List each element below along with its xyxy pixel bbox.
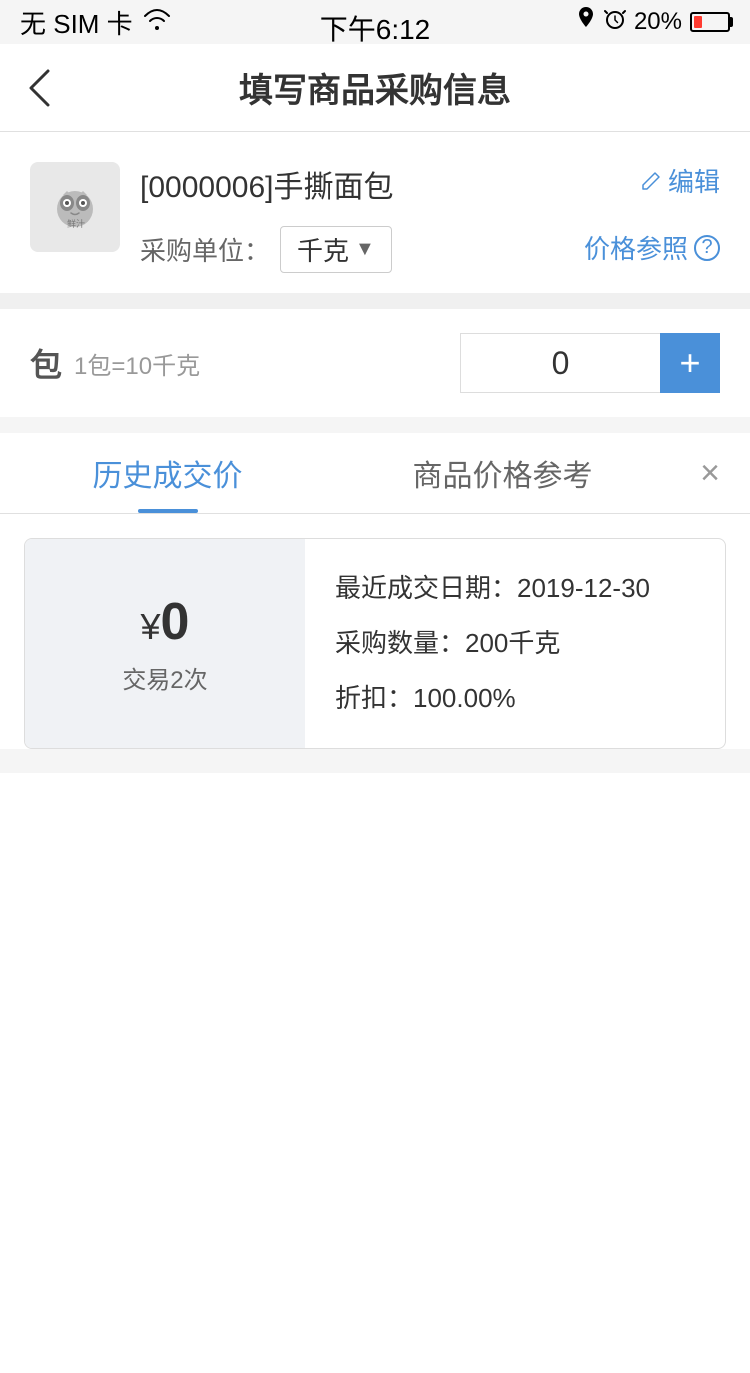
- price-card: ¥0 交易2次 最近成交日期：2019-12-30 采购数量：200千克 折扣：…: [24, 538, 726, 749]
- back-button[interactable]: [28, 69, 50, 107]
- currency-symbol: ¥: [141, 606, 161, 647]
- price-card-left: ¥0 交易2次: [25, 539, 305, 748]
- dropdown-arrow-icon: ▼: [355, 238, 375, 261]
- battery-icon: [690, 12, 730, 32]
- purchase-qty-row: 采购数量：200千克: [335, 624, 695, 663]
- unit-conversion: 1包=10千克: [74, 346, 200, 381]
- location-icon: [576, 7, 596, 38]
- product-thumbnail: 鲜汁: [30, 162, 120, 252]
- product-name: [0000006]手撕面包: [140, 162, 393, 206]
- quantity-plus-button[interactable]: +: [660, 333, 720, 393]
- tab-product-price-ref[interactable]: 商品价格参考: [335, 433, 670, 513]
- alarm-icon: [604, 8, 626, 37]
- status-carrier: 无 SIM 卡: [20, 4, 171, 41]
- tab-history-price[interactable]: 历史成交价: [0, 433, 335, 513]
- product-section: 鲜汁 [0000006]手撕面包 采购单位： 千克 ▼ 编辑: [0, 132, 750, 293]
- quantity-input[interactable]: 0: [460, 333, 660, 393]
- product-header: 鲜汁 [0000006]手撕面包 采购单位： 千克 ▼ 编辑: [30, 162, 720, 273]
- trade-count: 交易2次: [122, 660, 207, 695]
- nav-bar: 填写商品采购信息: [0, 44, 750, 132]
- tabs-section: 历史成交价 商品价格参考 × ¥0 交易2次 最近成交日期：2019-12-30…: [0, 433, 750, 749]
- battery-percent: 20%: [634, 8, 682, 36]
- section-divider: [0, 293, 750, 309]
- svg-text:鲜汁: 鲜汁: [67, 218, 85, 229]
- status-time: 下午6:12: [320, 8, 431, 48]
- quantity-control: 0 +: [460, 333, 720, 393]
- edit-button[interactable]: 编辑: [640, 162, 720, 199]
- status-bar: 无 SIM 卡 下午6:12 20%: [0, 0, 750, 44]
- status-right: 20%: [576, 7, 730, 38]
- price-ref-help-icon: ?: [694, 235, 720, 261]
- tabs-header: 历史成交价 商品价格参考 ×: [0, 433, 750, 514]
- recent-date-row: 最近成交日期：2019-12-30: [335, 569, 695, 608]
- page-title: 填写商品采购信息: [239, 63, 511, 112]
- product-info: [0000006]手撕面包 采购单位： 千克 ▼: [140, 162, 393, 273]
- price-amount: ¥0: [141, 592, 190, 652]
- product-unit-row: 采购单位： 千克 ▼: [140, 226, 393, 273]
- quantity-unit: 包: [30, 340, 62, 386]
- price-card-right: 最近成交日期：2019-12-30 采购数量：200千克 折扣：100.00%: [305, 539, 725, 748]
- bottom-space: [0, 773, 750, 1373]
- price-ref-button[interactable]: 价格参照 ?: [584, 229, 720, 266]
- quantity-label: 包 1包=10千克: [30, 340, 200, 386]
- product-left: 鲜汁 [0000006]手撕面包 采购单位： 千克 ▼: [30, 162, 393, 273]
- quantity-row: 包 1包=10千克 0 +: [0, 309, 750, 417]
- unit-label: 采购单位：: [140, 231, 270, 268]
- wifi-icon: [143, 7, 171, 38]
- unit-dropdown[interactable]: 千克 ▼: [280, 226, 392, 273]
- discount-row: 折扣：100.00%: [335, 679, 695, 718]
- tab-close-button[interactable]: ×: [670, 433, 750, 513]
